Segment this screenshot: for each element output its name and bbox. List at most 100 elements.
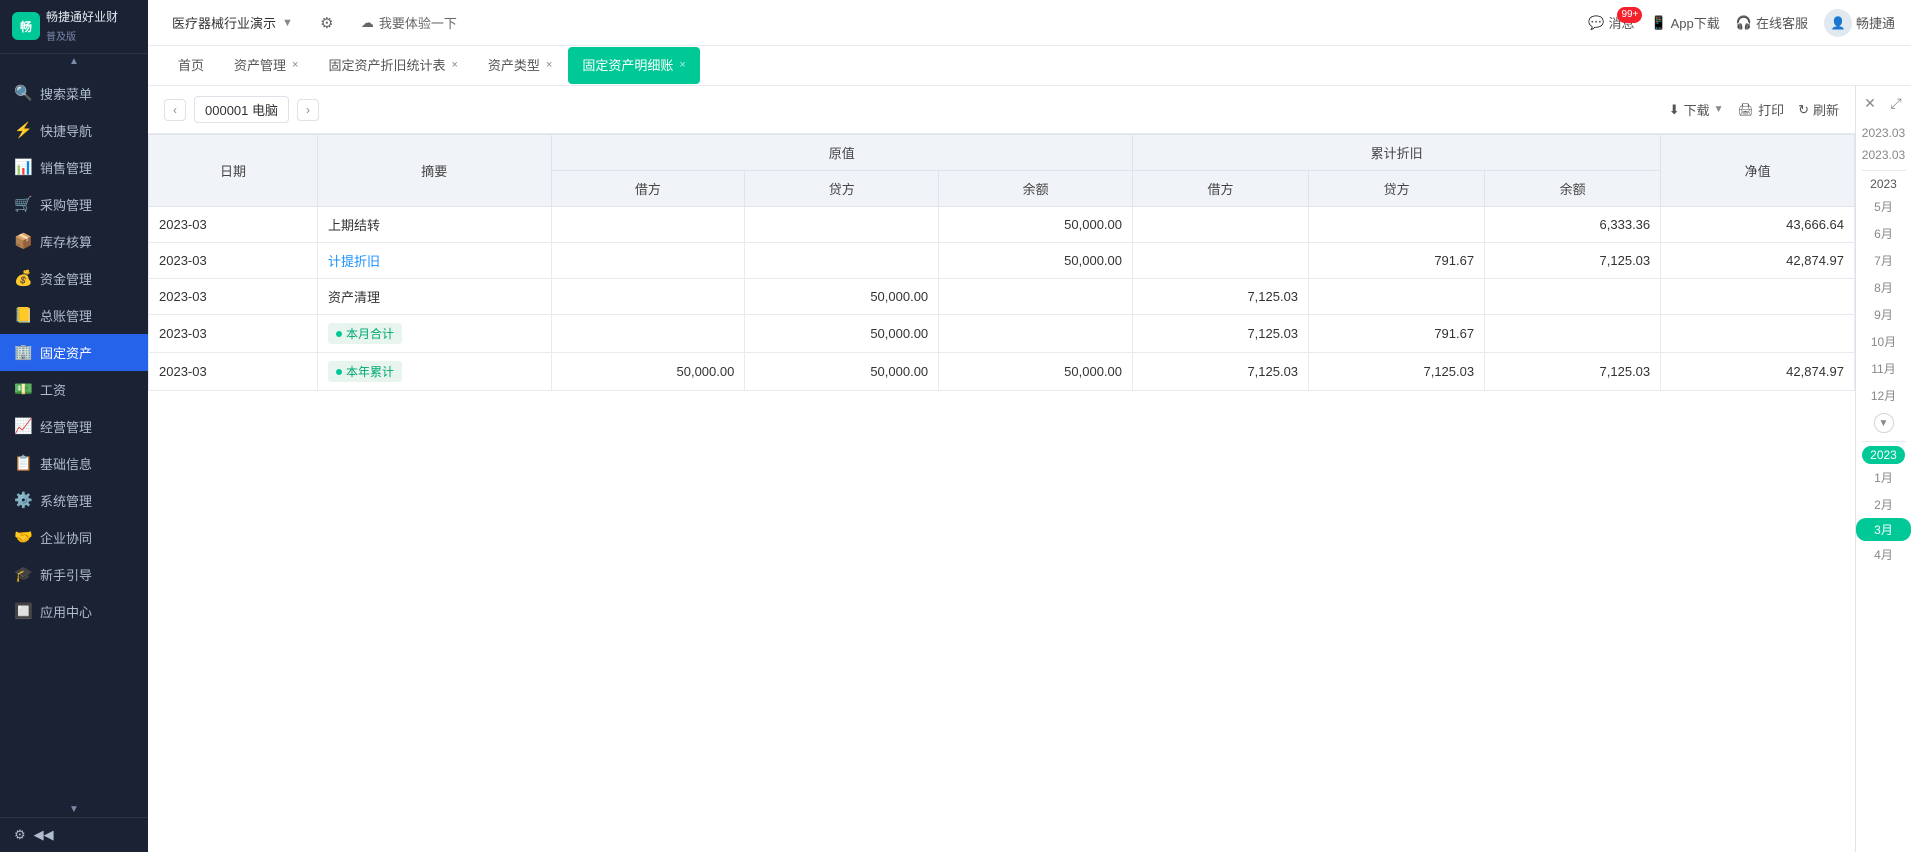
summary-cell: 本年累计	[317, 353, 551, 391]
quick-nav-icon: ⚡	[14, 121, 32, 139]
company-selector[interactable]: 医疗器械行业演示 ▼	[164, 9, 301, 36]
timeline-month-5[interactable]: 5月	[1856, 193, 1911, 220]
sidebar-item-sales[interactable]: 📊 销售管理	[0, 149, 148, 186]
timeline-month-8[interactable]: 8月	[1856, 274, 1911, 301]
sidebar-item-label: 企业协同	[40, 528, 92, 547]
tab-asset-mgmt[interactable]: 资产管理 ×	[220, 47, 312, 84]
tab-asset-type-close[interactable]: ×	[546, 59, 552, 71]
sidebar-item-label: 经营管理	[40, 417, 92, 436]
sidebar-item-label: 销售管理	[40, 158, 92, 177]
month-tag-dot	[336, 369, 342, 375]
notifications-badge: 99+	[1617, 7, 1642, 23]
sidebar-item-quick-nav[interactable]: ⚡ 快捷导航	[0, 112, 148, 149]
sidebar-item-guide[interactable]: 🎓 新手引导	[0, 556, 148, 593]
topbar-settings-button[interactable]: ⚙	[313, 9, 341, 37]
topbar: 医疗器械行业演示 ▼ ⚙ ☁ 我要体验一下 💬 消息 99+ 📱 App下载 🎧…	[148, 0, 1911, 46]
online-service-button[interactable]: 🎧 在线客服	[1736, 13, 1808, 32]
timeline-month-12[interactable]: 12月	[1856, 382, 1911, 409]
sidebar-item-collab[interactable]: 🤝 企业协同	[0, 519, 148, 556]
user-menu[interactable]: 👤 畅捷通	[1824, 9, 1895, 37]
app-logo-icon: 畅	[12, 12, 40, 40]
panel-controls: ✕ ⤢	[1859, 92, 1907, 114]
download-icon: ⬇	[1669, 102, 1680, 118]
notification-icon: 💬	[1588, 15, 1604, 31]
tab-asset-detail-label: 固定资产明细账	[582, 55, 673, 74]
sidebar-item-purchase[interactable]: 🛒 采购管理	[0, 186, 148, 223]
tab-depreciation-stats-close[interactable]: ×	[451, 59, 457, 71]
sidebar-item-base-info[interactable]: 📋 基础信息	[0, 445, 148, 482]
sidebar-item-label: 快捷导航	[40, 121, 92, 140]
experience-button[interactable]: ☁ 我要体验一下	[353, 9, 465, 36]
tab-home[interactable]: 首页	[164, 47, 218, 84]
experience-icon: ☁	[361, 15, 374, 31]
col-date: 日期	[149, 135, 318, 207]
app-edition: 普及版	[46, 28, 118, 43]
prev-icon: ‹	[173, 103, 177, 117]
timeline-month-4[interactable]: 4月	[1856, 541, 1911, 568]
timeline-month-6[interactable]: 6月	[1856, 220, 1911, 247]
app-download-button[interactable]: 📱 App下载	[1650, 13, 1719, 32]
notifications-button[interactable]: 💬 消息 99+	[1588, 13, 1634, 32]
sidebar-item-system[interactable]: ⚙️ 系统管理	[0, 482, 148, 519]
tab-asset-detail[interactable]: 固定资产明细账 ×	[568, 47, 699, 84]
col-net-value: 净值	[1661, 135, 1855, 207]
tab-asset-detail-close[interactable]: ×	[679, 59, 685, 71]
experience-label: 我要体验一下	[379, 13, 457, 32]
timeline-expand-button[interactable]: ▼	[1874, 413, 1894, 433]
service-icon: 🎧	[1736, 15, 1752, 31]
operations-icon: 📈	[14, 417, 32, 435]
timeline-month-10[interactable]: 10月	[1856, 328, 1911, 355]
summary-link[interactable]: 计提折旧	[328, 254, 380, 269]
sidebar-item-salary[interactable]: 💵 工资	[0, 371, 148, 408]
timeline-month-3[interactable]: 3月	[1856, 518, 1911, 541]
sidebar-item-inventory[interactable]: 📦 库存核算	[0, 223, 148, 260]
col-orig-balance: 余额	[939, 171, 1133, 207]
search-icon: 🔍	[14, 84, 32, 102]
col-accumulated-depreciation: 累计折旧	[1133, 135, 1661, 171]
sidebar-settings-button[interactable]: ⚙ ◀◀	[0, 817, 148, 852]
timeline-month-11[interactable]: 11月	[1856, 355, 1911, 382]
sidebar-item-ledger[interactable]: 📒 总账管理	[0, 297, 148, 334]
tab-depreciation-stats[interactable]: 固定资产折旧统计表 ×	[314, 47, 471, 84]
refresh-button[interactable]: ↻ 刷新	[1798, 100, 1839, 119]
tab-asset-type[interactable]: 资产类型 ×	[474, 47, 566, 84]
panel-expand-button[interactable]: ⤢	[1885, 92, 1907, 114]
prev-asset-button[interactable]: ‹	[164, 99, 186, 121]
sidebar-item-fixed-assets[interactable]: 🏢 固定资产	[0, 334, 148, 371]
sidebar-item-operations[interactable]: 📈 经营管理	[0, 408, 148, 445]
download-button[interactable]: ⬇ 下载 ▼	[1669, 100, 1724, 119]
sidebar-item-label: 工资	[40, 380, 66, 399]
app-center-icon: 🔲	[14, 602, 32, 620]
tab-asset-mgmt-close[interactable]: ×	[292, 59, 298, 71]
app-download-label: App下载	[1671, 13, 1720, 32]
panel-close-button[interactable]: ✕	[1859, 92, 1881, 114]
table-row: 2023-03计提折旧50,000.00791.677,125.0342,874…	[149, 243, 1855, 279]
sidebar-logo: 畅 畅捷通好业财 普及版	[0, 0, 148, 54]
salary-icon: 💵	[14, 380, 32, 398]
app-name: 畅捷通好业财	[46, 10, 118, 26]
timeline-header1: 2023.03	[1856, 122, 1911, 144]
refresh-icon: ↻	[1798, 102, 1809, 118]
sidebar-item-search[interactable]: 🔍 搜索菜单	[0, 75, 148, 112]
sidebar-item-label: 总账管理	[40, 306, 92, 325]
print-button[interactable]: 🖨 打印	[1738, 100, 1785, 119]
detail-area: ‹ 000001 电脑 › ⬇ 下载 ▼ 🖨 打印	[148, 86, 1855, 852]
timeline-month-1[interactable]: 1月	[1856, 464, 1911, 491]
base-info-icon: 📋	[14, 454, 32, 472]
collapse-button[interactable]: ◀◀	[34, 827, 54, 843]
timeline-month-2[interactable]: 2月	[1856, 491, 1911, 518]
sidebar-item-label: 采购管理	[40, 195, 92, 214]
next-asset-button[interactable]: ›	[297, 99, 319, 121]
guide-icon: 🎓	[14, 565, 32, 583]
toolbar-right: ⬇ 下载 ▼ 🖨 打印 ↻ 刷新	[1669, 100, 1839, 119]
company-name: 医疗器械行业演示	[172, 13, 276, 32]
tab-depreciation-stats-label: 固定资产折旧统计表	[328, 55, 445, 74]
sidebar-item-funds[interactable]: 💰 资金管理	[0, 260, 148, 297]
month-tag: 本年累计	[328, 361, 402, 382]
timeline-year-2023-top: 2023	[1870, 175, 1897, 193]
timeline-month-7[interactable]: 7月	[1856, 247, 1911, 274]
download-label: 下载	[1684, 100, 1710, 119]
sidebar-item-app-center[interactable]: 🔲 应用中心	[0, 593, 148, 630]
next-icon: ›	[306, 103, 310, 117]
timeline-month-9[interactable]: 9月	[1856, 301, 1911, 328]
